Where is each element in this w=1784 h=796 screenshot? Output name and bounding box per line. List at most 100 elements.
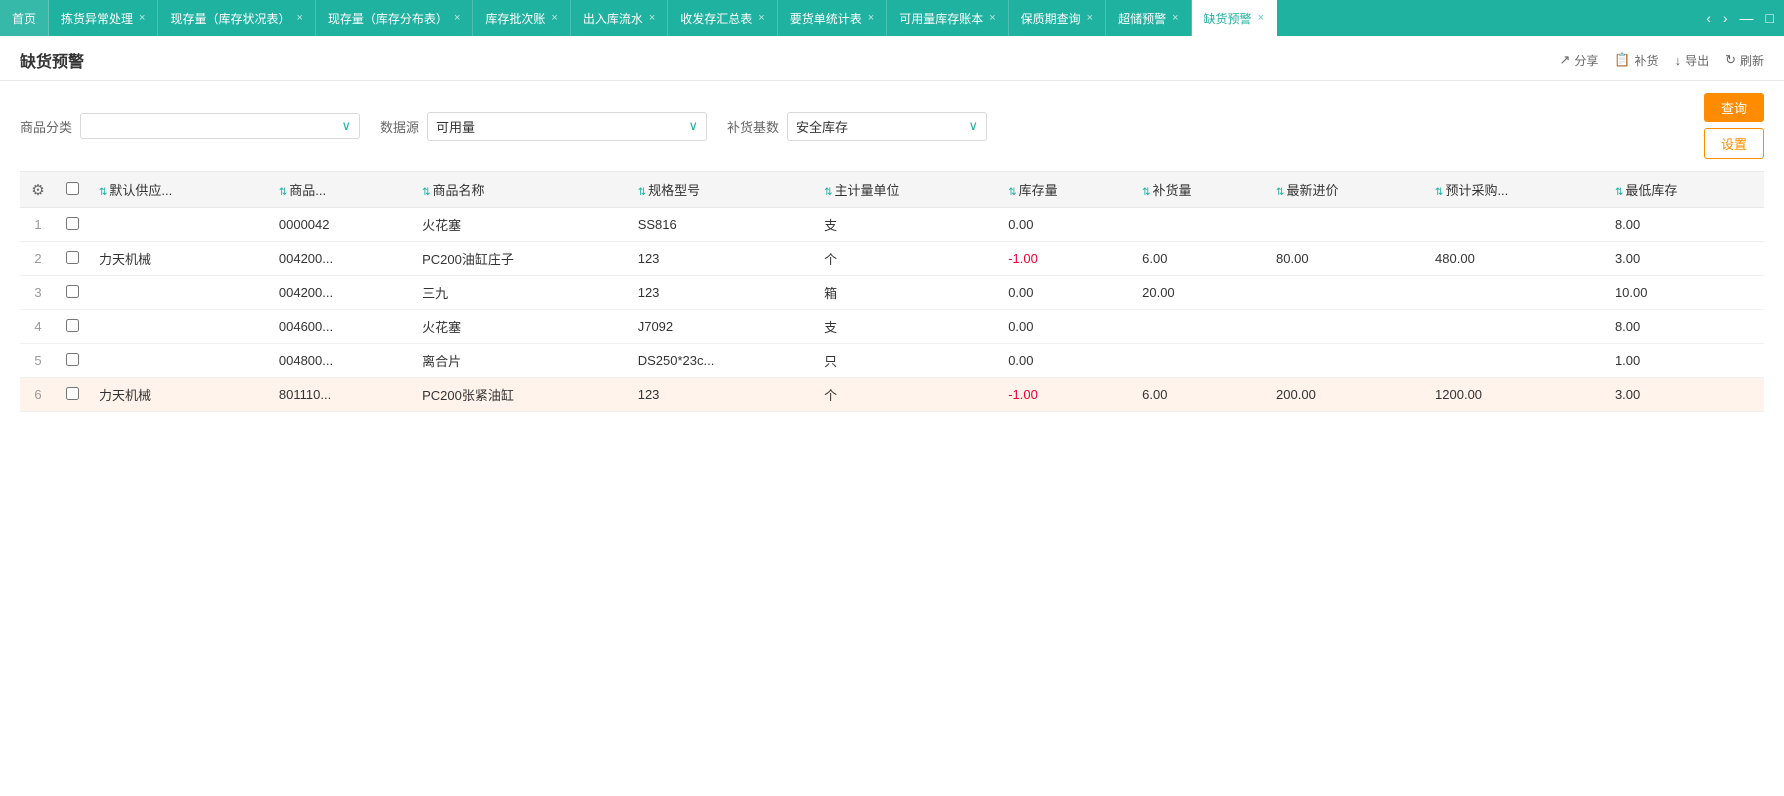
close-icon[interactable]: × (1087, 12, 1093, 24)
tab-shortage[interactable]: 缺货预警 × (1192, 0, 1277, 36)
sort-icon: ⇅ (99, 187, 107, 198)
close-icon[interactable]: × (454, 12, 460, 24)
col-checkbox-all (56, 172, 89, 208)
row-replenish (1132, 208, 1266, 242)
datasource-value: 可用量 (436, 117, 475, 136)
tab-stock-dist[interactable]: 现存量（库存分布表） × (316, 0, 473, 36)
sort-icon: ⇅ (422, 187, 430, 198)
close-icon[interactable]: × (758, 12, 764, 24)
replenish-icon: 📋 (1614, 52, 1630, 68)
sort-icon: ⇅ (1615, 187, 1623, 198)
row-number: 5 (34, 353, 41, 368)
tab-summary[interactable]: 收发存汇总表 × (668, 0, 777, 36)
row-product-name: 火花塞 (412, 310, 628, 344)
tab-overstock[interactable]: 超储预警 × (1106, 0, 1191, 36)
row-checkbox-cell (56, 208, 89, 242)
row-stock: 0.00 (998, 344, 1132, 378)
row-unit: 支 (814, 310, 998, 344)
tab-inout-flow[interactable]: 出入库流水 × (571, 0, 668, 36)
row-spec: SS816 (628, 208, 814, 242)
sort-icon: ⇅ (638, 187, 646, 198)
row-unit: 支 (814, 208, 998, 242)
col-unit: ⇅主计量单位 (814, 172, 998, 208)
row-replenish (1132, 310, 1266, 344)
row-replenish: 6.00 (1132, 378, 1266, 412)
close-icon[interactable]: × (296, 12, 302, 24)
tab-expiry[interactable]: 保质期查询 × (1009, 0, 1106, 36)
row-checkbox[interactable] (66, 285, 79, 298)
close-icon[interactable]: × (551, 12, 557, 24)
row-est-purchase: 480.00 (1425, 242, 1605, 276)
row-checkbox[interactable] (66, 387, 79, 400)
row-product-name: PC200张紧油缸 (412, 378, 628, 412)
tab-stock-status[interactable]: 现存量（库存状况表） × (158, 0, 315, 36)
table-container: ⚙ ⇅默认供应... ⇅商品... ⇅商品名称 ⇅规格型号 ⇅主计量单位 ⇅库存… (0, 171, 1784, 412)
tab-batch-account[interactable]: 库存批次账 × (473, 0, 570, 36)
table-body: 1 0000042 火花塞 SS816 支 0.00 8.00 2 力天机械 0… (20, 208, 1764, 412)
row-min-stock: 3.00 (1605, 378, 1764, 412)
settings-button[interactable]: 设置 (1704, 128, 1764, 159)
row-est-purchase (1425, 310, 1605, 344)
row-default-supplier (89, 310, 269, 344)
close-icon[interactable]: × (989, 12, 995, 24)
row-product-code: 0000042 (269, 208, 412, 242)
tab-maximize-button[interactable]: □ (1760, 6, 1780, 30)
replenish-base-select[interactable]: 安全库存 ∨ (787, 112, 987, 141)
row-est-purchase (1425, 208, 1605, 242)
category-select[interactable]: ∨ (80, 113, 360, 139)
replenish-button[interactable]: 📋 补货 (1614, 52, 1658, 69)
row-min-stock: 10.00 (1605, 276, 1764, 310)
export-button[interactable]: ↓ 导出 (1675, 52, 1710, 69)
close-icon[interactable]: × (868, 12, 874, 24)
tab-minimize-button[interactable]: — (1734, 6, 1760, 30)
tab-order-stat[interactable]: 要货单统计表 × (778, 0, 887, 36)
row-gear-cell: 1 (20, 208, 56, 242)
row-checkbox[interactable] (66, 217, 79, 230)
row-product-name: 离合片 (412, 344, 628, 378)
close-icon[interactable]: × (649, 12, 655, 24)
row-spec: J7092 (628, 310, 814, 344)
row-checkbox[interactable] (66, 319, 79, 332)
row-checkbox-cell (56, 276, 89, 310)
row-spec: 123 (628, 242, 814, 276)
close-icon[interactable]: × (1258, 12, 1264, 24)
row-latest-price (1266, 344, 1425, 378)
row-min-stock: 1.00 (1605, 344, 1764, 378)
tab-next-button[interactable]: › (1717, 6, 1734, 30)
tab-bar: 首页 拣货异常处理 × 现存量（库存状况表） × 现存量（库存分布表） × 库存… (0, 0, 1784, 36)
row-min-stock: 8.00 (1605, 208, 1764, 242)
col-spec: ⇅规格型号 (628, 172, 814, 208)
share-button[interactable]: ↗ 分享 (1559, 52, 1598, 69)
page-header: 缺货预警 ↗ 分享 📋 补货 ↓ 导出 ↻ 刷新 (0, 36, 1784, 81)
row-replenish: 6.00 (1132, 242, 1266, 276)
tab-home[interactable]: 首页 (0, 0, 49, 36)
tab-prev-button[interactable]: ‹ (1700, 6, 1717, 30)
filter-bar: 商品分类 ∨ 数据源 可用量 ∨ 补货基数 安全库存 ∨ 查询 设置 (0, 81, 1784, 171)
row-number: 3 (34, 285, 41, 300)
row-gear-cell: 6 (20, 378, 56, 412)
refresh-button[interactable]: ↻ 刷新 (1725, 52, 1764, 69)
row-gear-cell: 3 (20, 276, 56, 310)
category-chevron-icon: ∨ (342, 118, 352, 134)
row-est-purchase: 1200.00 (1425, 378, 1605, 412)
datasource-select[interactable]: 可用量 ∨ (427, 112, 707, 141)
close-icon[interactable]: × (139, 12, 145, 24)
tab-available-stock[interactable]: 可用量库存账本 × (887, 0, 1008, 36)
col-min-stock: ⇅最低库存 (1605, 172, 1764, 208)
close-icon[interactable]: × (1172, 12, 1178, 24)
filter-group-replenish-base: 补货基数 安全库存 ∨ (727, 112, 987, 141)
column-settings-button[interactable]: ⚙ (31, 181, 44, 199)
row-checkbox[interactable] (66, 353, 79, 366)
row-stock: 0.00 (998, 276, 1132, 310)
replenish-base-value: 安全库存 (796, 117, 848, 136)
select-all-checkbox[interactable] (66, 182, 79, 195)
table-row: 4 004600... 火花塞 J7092 支 0.00 8.00 (20, 310, 1764, 344)
row-min-stock: 8.00 (1605, 310, 1764, 344)
row-checkbox[interactable] (66, 251, 79, 264)
datasource-label: 数据源 (380, 117, 419, 136)
query-button[interactable]: 查询 (1704, 93, 1764, 122)
col-est-purchase: ⇅预计采购... (1425, 172, 1605, 208)
table-row: 6 力天机械 801110... PC200张紧油缸 123 个 -1.00 6… (20, 378, 1764, 412)
row-default-supplier (89, 344, 269, 378)
tab-pick-exception[interactable]: 拣货异常处理 × (49, 0, 158, 36)
